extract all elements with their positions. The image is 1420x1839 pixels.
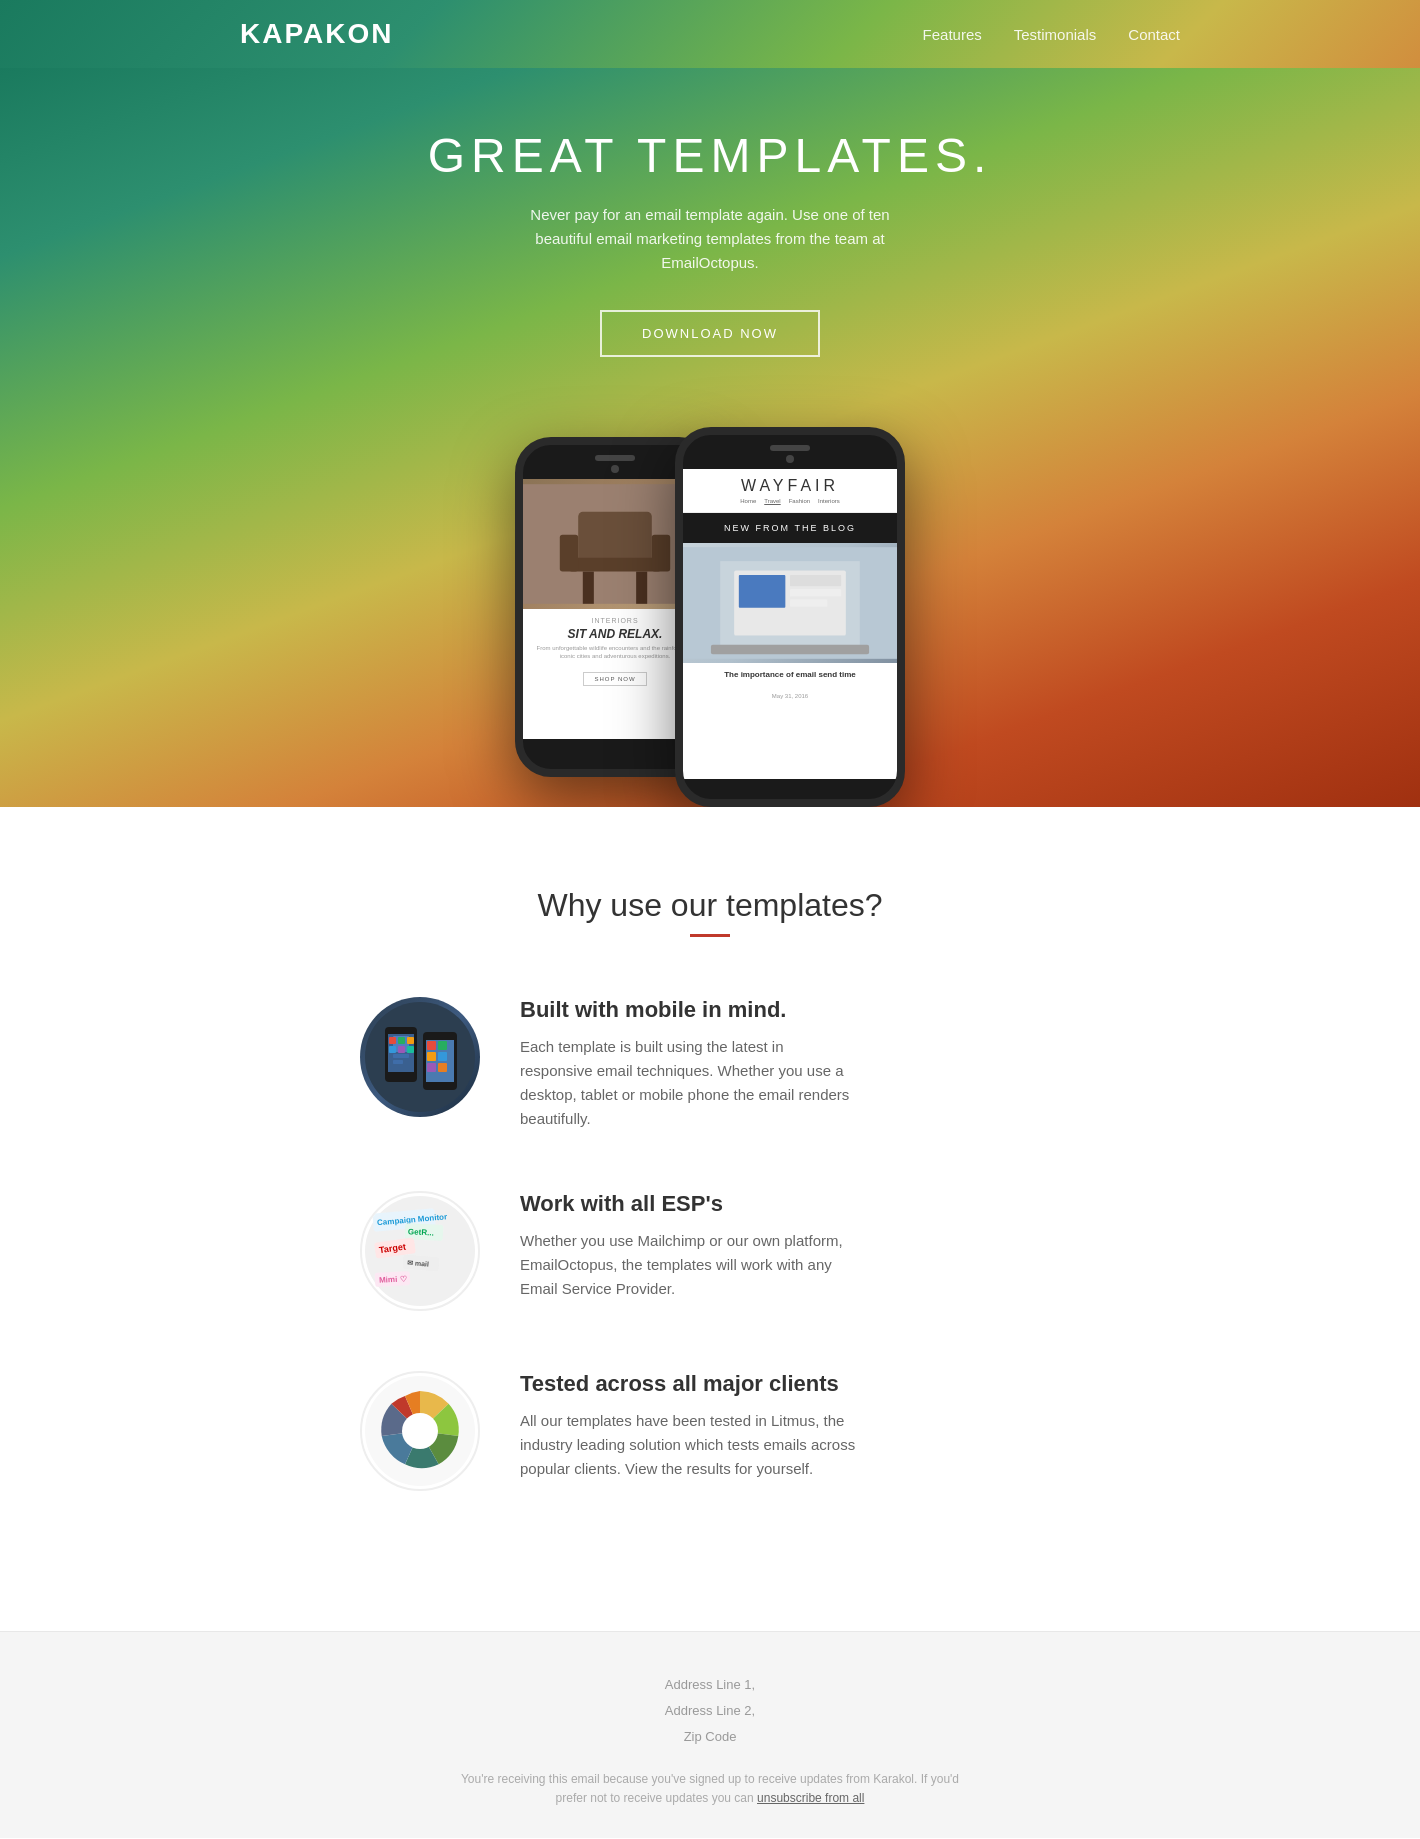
- feature-mobile-body: Each template is built using the latest …: [520, 1035, 860, 1131]
- unsubscribe-link[interactable]: unsubscribe from all: [757, 1791, 864, 1805]
- feature-icon-esp: Campaign Monitor GetR... Target ✉ mail M…: [360, 1191, 480, 1311]
- feature-esp: Campaign Monitor GetR... Target ✉ mail M…: [360, 1191, 1060, 1311]
- feature-mobile: Built with mobile in mind. Each template…: [360, 997, 1060, 1131]
- phone-camera-left: [611, 465, 619, 473]
- blog-caption: The importance of email send time May 31…: [683, 663, 897, 708]
- feature-esp-heading: Work with all ESP's: [520, 1191, 860, 1217]
- wayfair-nav-home: Home: [740, 498, 756, 504]
- navigation: KAPAKON Features Testimonials Contact: [0, 0, 1420, 68]
- blog-label: NEW FROM THE BLOG: [724, 523, 856, 533]
- mobile-icon-svg: [365, 1002, 475, 1112]
- feature-tested-heading: Tested across all major clients: [520, 1371, 860, 1397]
- site-logo: KAPAKON: [240, 18, 393, 50]
- wayfair-header: WAYFAIR Home Travel Fashion Interiors: [683, 469, 897, 513]
- left-screen-body: From unforgettable wildlife encounters a…: [533, 644, 697, 661]
- feature-mobile-heading: Built with mobile in mind.: [520, 997, 860, 1023]
- feature-esp-text: Work with all ESP's Whether you use Mail…: [520, 1191, 860, 1301]
- svg-text:Mimi ♡: Mimi ♡: [379, 1274, 407, 1284]
- svg-rect-2: [569, 558, 661, 572]
- feature-mobile-text: Built with mobile in mind. Each template…: [520, 997, 860, 1131]
- svg-rect-34: [438, 1063, 447, 1072]
- phone-speaker-left: [595, 455, 635, 461]
- svg-rect-33: [427, 1063, 436, 1072]
- screen-right: WAYFAIR Home Travel Fashion Interiors NE…: [683, 469, 897, 779]
- svg-rect-22: [398, 1037, 405, 1044]
- blog-header: NEW FROM THE BLOG: [683, 513, 897, 543]
- svg-rect-10: [739, 575, 786, 608]
- footer: Address Line 1, Address Line 2, Zip Code…: [0, 1631, 1420, 1838]
- left-screen-heading: SIT AND RELAX.: [533, 627, 697, 641]
- features-list: Built with mobile in mind. Each template…: [360, 997, 1060, 1491]
- main-content: Why use our templates?: [0, 807, 1420, 1631]
- feature-tested-text: Tested across all major clients All our …: [520, 1371, 860, 1481]
- svg-rect-5: [560, 535, 578, 572]
- svg-rect-21: [389, 1037, 396, 1044]
- nav-testimonials[interactable]: Testimonials: [1014, 26, 1097, 43]
- wayfair-nav: Home Travel Fashion Interiors: [691, 498, 889, 504]
- wayfair-nav-interiors: Interiors: [818, 498, 840, 504]
- phone-speaker-right: [770, 445, 810, 451]
- wayfair-nav-travel: Travel: [764, 498, 780, 504]
- svg-rect-6: [652, 535, 670, 572]
- svg-point-47: [402, 1413, 438, 1449]
- colorwheel-svg: [365, 1376, 475, 1486]
- svg-point-15: [365, 1002, 475, 1112]
- feature-tested: Tested across all major clients All our …: [360, 1371, 1060, 1491]
- footer-zip: Zip Code: [20, 1724, 1400, 1750]
- footer-legal-text: You're receiving this email because you'…: [461, 1772, 959, 1805]
- footer-legal: You're receiving this email because you'…: [460, 1770, 960, 1808]
- svg-rect-20: [393, 1060, 403, 1064]
- nav-contact[interactable]: Contact: [1128, 26, 1180, 43]
- svg-rect-13: [790, 599, 827, 606]
- left-screen-tag: Interiors: [533, 617, 697, 624]
- footer-address: Address Line 1, Address Line 2, Zip Code: [20, 1672, 1400, 1750]
- hero-subtitle: Never pay for an email template again. U…: [520, 203, 900, 275]
- wayfair-nav-fashion: Fashion: [789, 498, 810, 504]
- feature-icon-mobile: [360, 997, 480, 1117]
- feature-esp-body: Whether you use Mailchimp or our own pla…: [520, 1229, 860, 1301]
- svg-rect-30: [438, 1041, 447, 1050]
- blog-image: [683, 543, 897, 663]
- nav-features[interactable]: Features: [923, 26, 982, 43]
- svg-rect-24: [389, 1046, 396, 1053]
- phone-camera-right: [786, 455, 794, 463]
- feature-tested-body: All our templates have been tested in Li…: [520, 1409, 860, 1481]
- phone-right: WAYFAIR Home Travel Fashion Interiors NE…: [675, 427, 905, 807]
- footer-address-line2: Address Line 2,: [20, 1698, 1400, 1724]
- svg-rect-11: [790, 575, 841, 586]
- features-title: Why use our templates?: [20, 887, 1400, 924]
- svg-rect-12: [790, 589, 841, 596]
- phone-mockups: Interiors SIT AND RELAX. From unforgetta…: [20, 427, 1400, 807]
- wayfair-logo: WAYFAIR: [691, 477, 889, 495]
- svg-rect-19: [393, 1054, 409, 1058]
- footer-address-line1: Address Line 1,: [20, 1672, 1400, 1698]
- svg-rect-23: [407, 1037, 414, 1044]
- svg-rect-32: [438, 1052, 447, 1061]
- svg-rect-25: [398, 1046, 405, 1053]
- svg-rect-26: [407, 1046, 414, 1053]
- nav-links: Features Testimonials Contact: [923, 26, 1180, 43]
- svg-rect-31: [427, 1052, 436, 1061]
- esp-logos-svg: Campaign Monitor GetR... Target ✉ mail M…: [365, 1196, 475, 1306]
- blog-article-date: May 31, 2016: [772, 693, 808, 699]
- blog-article-title: The importance of email send time: [691, 669, 889, 682]
- section-divider: [690, 934, 730, 937]
- feature-icon-tested: [360, 1371, 480, 1491]
- svg-rect-29: [427, 1041, 436, 1050]
- hero-title: GREAT TEMPLATES.: [20, 128, 1400, 183]
- laptop-svg: [683, 543, 897, 663]
- download-button[interactable]: DOWNLOAD NOW: [600, 310, 820, 357]
- svg-rect-4: [636, 572, 647, 604]
- esp-logos-wrap: Campaign Monitor GetR... Target ✉ mail M…: [365, 1206, 475, 1296]
- svg-rect-3: [583, 572, 594, 604]
- hero-section: GREAT TEMPLATES. Never pay for an email …: [0, 68, 1420, 807]
- shop-now-button[interactable]: SHOP NOW: [583, 672, 646, 686]
- svg-text:GetR...: GetR...: [408, 1227, 434, 1237]
- svg-rect-14: [711, 645, 869, 654]
